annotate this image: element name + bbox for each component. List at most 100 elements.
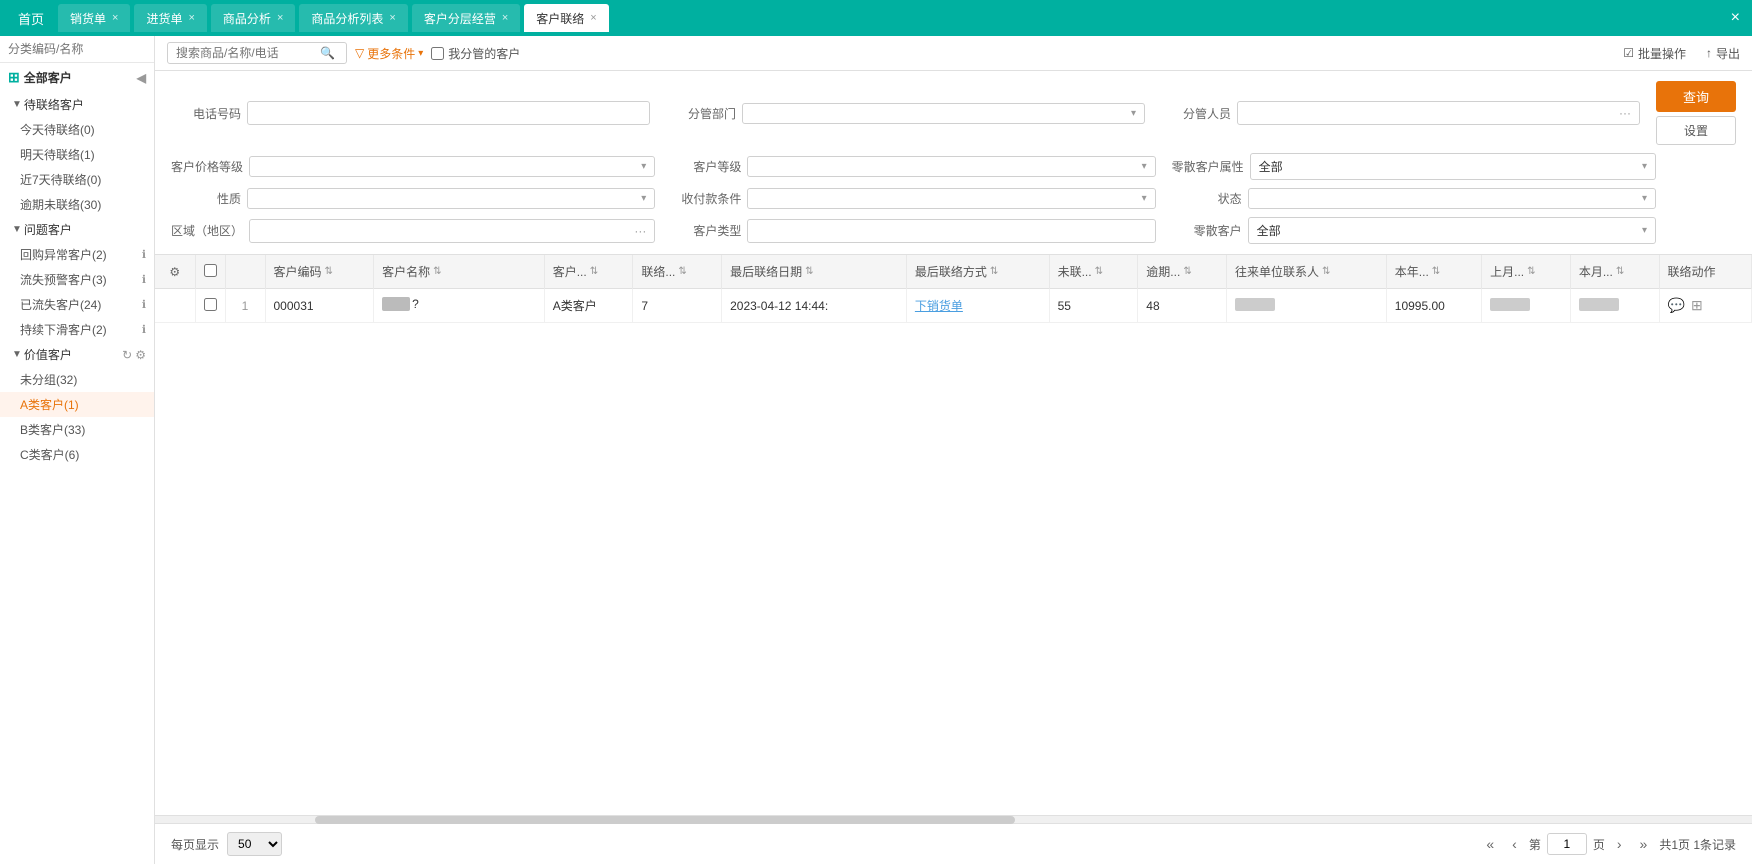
- settings-btn[interactable]: 设置: [1656, 116, 1736, 145]
- close-analysis-tab[interactable]: ×: [277, 12, 283, 24]
- query-btn[interactable]: 查询: [1656, 81, 1736, 112]
- sort-way-icon[interactable]: ⇅: [990, 266, 998, 277]
- select-nature[interactable]: ▾: [247, 188, 655, 209]
- select-retail-attr[interactable]: 全部 ▾: [1250, 153, 1656, 180]
- select-retail[interactable]: 全部 ▾: [1248, 217, 1656, 244]
- close-analysis-list-tab[interactable]: ×: [389, 12, 395, 24]
- message-icon[interactable]: 💬: [1668, 297, 1685, 314]
- prev-page-btn[interactable]: ‹: [1506, 833, 1523, 855]
- page-input[interactable]: [1547, 833, 1587, 855]
- sidebar-churned[interactable]: 已流失客户(24) ℹ: [0, 292, 154, 317]
- th-last-way: 最后联络方式 ⇅: [906, 255, 1049, 289]
- scrollbar-thumb[interactable]: [315, 816, 1015, 824]
- nav-tab-sales[interactable]: 销货单 ×: [58, 4, 130, 32]
- sort-this-month-icon[interactable]: ⇅: [1616, 266, 1624, 277]
- th-settings: ⚙: [155, 255, 195, 289]
- nav-home[interactable]: 首页: [8, 9, 54, 28]
- sidebar-class-a[interactable]: A类客户(1): [0, 392, 154, 417]
- pending-contact-group[interactable]: ▼ 待联络客户: [0, 92, 154, 117]
- sidebar-today-pending[interactable]: 今天待联络(0): [0, 117, 154, 142]
- sort-no-contact-icon[interactable]: ⇅: [1095, 266, 1103, 277]
- main-search-icon[interactable]: 🔍: [320, 46, 335, 60]
- sidebar-ungrouped[interactable]: 未分组(32): [0, 367, 154, 392]
- filter-cell-customer-type: 客户类型: [671, 219, 1155, 243]
- select-payment[interactable]: ▾: [747, 188, 1155, 209]
- all-customers-header[interactable]: ⊞ 全部客户 ◀: [0, 63, 154, 92]
- filter-cell-retail-attr: 零散客户属性 全部 ▾: [1172, 153, 1656, 180]
- td-contact: 7: [633, 289, 722, 323]
- select-all-checkbox[interactable]: [204, 264, 217, 277]
- td-overdue: 48: [1138, 289, 1227, 323]
- sidebar-churn-warning[interactable]: 流失预警客户(3) ℹ: [0, 267, 154, 292]
- row-checkbox-1[interactable]: [204, 298, 217, 311]
- input-phone[interactable]: [247, 101, 650, 125]
- sidebar-tomorrow-pending[interactable]: 明天待联络(1): [0, 142, 154, 167]
- sidebar-search-input[interactable]: [8, 42, 155, 56]
- select-dept[interactable]: ▾: [742, 103, 1145, 124]
- sort-date-icon[interactable]: ⇅: [805, 266, 813, 277]
- nav-tab-customer-ops[interactable]: 客户分层经营 ×: [412, 4, 520, 32]
- problem-customers-group[interactable]: ▼ 问题客户: [0, 217, 154, 242]
- label-retail: 零散客户: [1172, 222, 1242, 239]
- batch-op-btn[interactable]: ☑ 批量操作: [1623, 45, 1686, 62]
- nav-tab-customer-contact[interactable]: 客户联络 ×: [524, 4, 608, 32]
- th-overdue: 逾期... ⇅: [1138, 255, 1227, 289]
- close-purchase-tab[interactable]: ×: [188, 12, 194, 24]
- select-manager[interactable]: ···: [1237, 101, 1640, 125]
- sidebar-7day-pending[interactable]: 近7天待联络(0): [0, 167, 154, 192]
- settings-icon[interactable]: ⚙: [135, 348, 146, 362]
- caret-down-icon: ▾: [418, 48, 423, 59]
- last-page-btn[interactable]: »: [1634, 833, 1654, 855]
- main-layout: 🔍 ⊞ 全部客户 ◀ ▼ 待联络客户 今天待联络(0) 明天待联络(1) 近7天…: [0, 36, 1752, 864]
- close-customer-ops-tab[interactable]: ×: [502, 12, 508, 24]
- sort-visit-icon[interactable]: ⇅: [1322, 266, 1330, 277]
- filter-icon: ▽: [355, 46, 364, 60]
- sort-contact-icon[interactable]: ⇅: [678, 266, 686, 277]
- sort-type-icon[interactable]: ⇅: [590, 266, 598, 277]
- table-settings-icon[interactable]: ⚙: [169, 265, 180, 279]
- filter-cell-phone: 电话号码: [171, 101, 650, 125]
- sort-year-icon[interactable]: ⇅: [1432, 266, 1440, 277]
- th-type: 客户... ⇅: [544, 255, 633, 289]
- caret-payment: ▾: [1142, 193, 1147, 204]
- sort-last-month-icon[interactable]: ⇅: [1527, 266, 1535, 277]
- more-conditions-btn[interactable]: ▽ 更多条件 ▾: [355, 45, 423, 62]
- main-search-input[interactable]: [176, 46, 316, 60]
- horizontal-scrollbar[interactable]: [155, 815, 1752, 823]
- refresh-icon[interactable]: ↻: [122, 348, 132, 362]
- nav-tab-analysis[interactable]: 商品分析 ×: [211, 4, 295, 32]
- my-customers-checkbox[interactable]: 我分管的客户: [431, 45, 520, 62]
- select-price-level[interactable]: ▾: [249, 156, 655, 177]
- close-all-tabs[interactable]: ×: [1727, 5, 1744, 31]
- next-page-btn[interactable]: ›: [1611, 833, 1628, 855]
- info-icon-3: ℹ: [142, 298, 146, 311]
- sidebar-collapse-btn[interactable]: ◀: [137, 71, 146, 85]
- last-way-link[interactable]: 下销货单: [915, 299, 963, 313]
- sidebar-declining[interactable]: 持续下滑客户(2) ℹ: [0, 317, 154, 342]
- nav-tab-purchase[interactable]: 进货单 ×: [134, 4, 206, 32]
- first-page-btn[interactable]: «: [1480, 833, 1500, 855]
- export-btn[interactable]: ↑ 导出: [1706, 45, 1740, 62]
- page-size-select[interactable]: 50 100 200: [227, 832, 282, 856]
- value-customers-group[interactable]: ▼ 价值客户 ↻ ⚙: [0, 342, 154, 367]
- close-sales-tab[interactable]: ×: [112, 12, 118, 24]
- sidebar-class-c[interactable]: C类客户(6): [0, 442, 154, 467]
- filter-cell-retail: 零散客户 全部 ▾: [1172, 217, 1656, 244]
- input-customer-type[interactable]: [747, 219, 1155, 243]
- sort-code-icon[interactable]: ⇅: [325, 266, 333, 277]
- qr-icon[interactable]: ⊞: [1691, 297, 1703, 314]
- sidebar-class-b[interactable]: B类客户(33): [0, 417, 154, 442]
- sort-overdue-icon[interactable]: ⇅: [1183, 266, 1191, 277]
- select-status[interactable]: ▾: [1248, 188, 1656, 209]
- dots-region: ···: [634, 224, 646, 238]
- name-mask: [382, 297, 410, 311]
- sidebar-repurchase-abnormal[interactable]: 回购异常客户(2) ℹ: [0, 242, 154, 267]
- select-customer-level[interactable]: ▾: [747, 156, 1155, 177]
- select-region[interactable]: ···: [249, 219, 655, 243]
- nav-tab-analysis-list[interactable]: 商品分析列表 ×: [299, 4, 407, 32]
- my-customers-check[interactable]: [431, 47, 444, 60]
- last-month-mask: [1490, 298, 1530, 311]
- close-customer-contact-tab[interactable]: ×: [590, 12, 596, 24]
- sort-name-icon[interactable]: ⇅: [433, 266, 441, 277]
- sidebar-overdue[interactable]: 逾期未联络(30): [0, 192, 154, 217]
